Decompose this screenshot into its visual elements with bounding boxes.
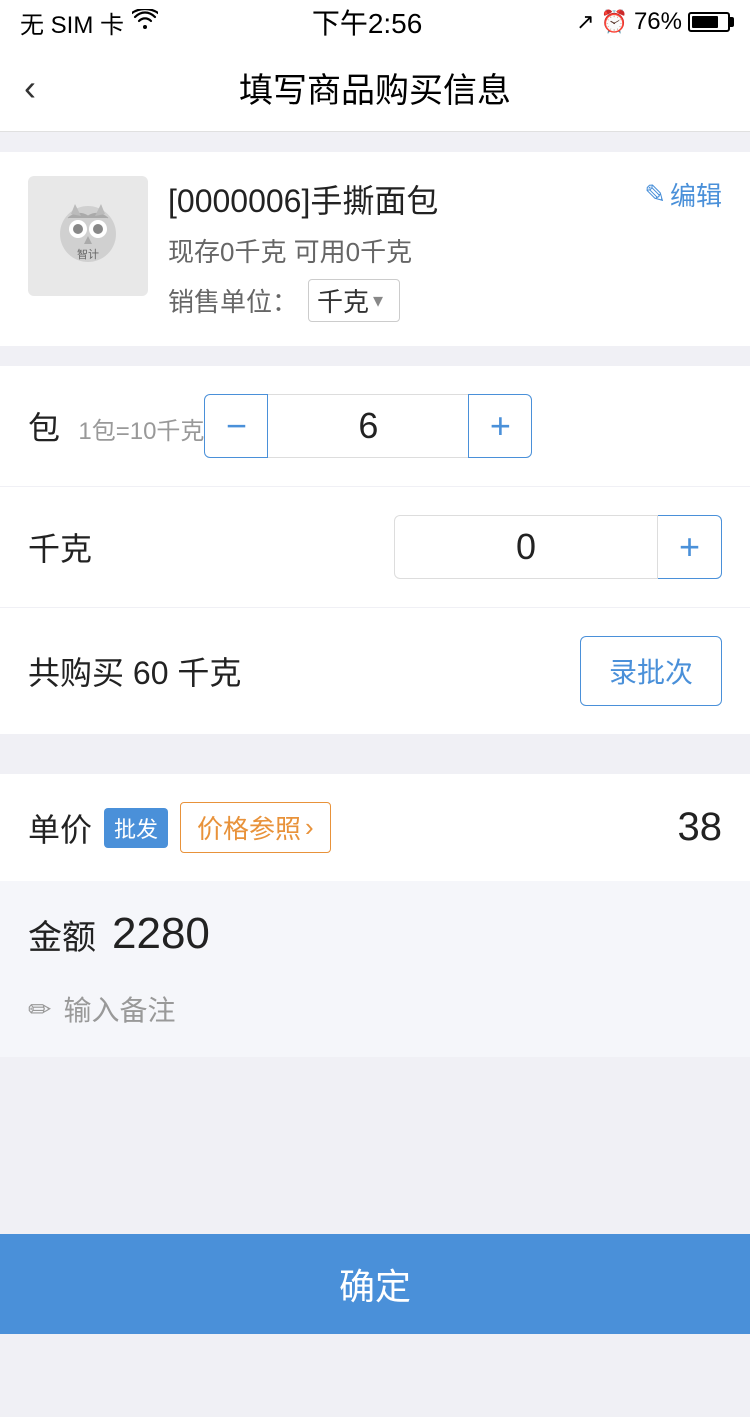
svg-text:智计: 智计 bbox=[77, 247, 99, 261]
product-name: [0000006]手撕面包 bbox=[168, 176, 722, 222]
product-image: 智计 bbox=[28, 176, 148, 296]
alarm-icon: ⏰ bbox=[601, 9, 628, 35]
pack-controls: − + bbox=[204, 394, 532, 458]
pack-label-group: 包 1包=10千克 bbox=[28, 403, 204, 449]
pack-input[interactable] bbox=[268, 394, 468, 458]
input-section: 包 1包=10千克 − + 千克 + bbox=[0, 366, 750, 608]
back-button[interactable]: ‹ bbox=[24, 67, 36, 109]
chevron-down-icon: ▾ bbox=[373, 288, 383, 313]
product-stock: 现存0千克 可用0千克 bbox=[168, 232, 722, 269]
product-info: [0000006]手撕面包 现存0千克 可用0千克 销售单位： 千克 ▾ bbox=[168, 176, 722, 322]
battery-icon bbox=[688, 12, 730, 32]
remark-placeholder: 输入备注 bbox=[63, 989, 175, 1029]
amount-section: 金额 2280 ✏ 输入备注 bbox=[0, 881, 750, 1057]
amount-label: 金额 bbox=[28, 910, 96, 959]
remark-row[interactable]: ✏ 输入备注 bbox=[28, 979, 722, 1057]
price-value: 38 bbox=[678, 805, 723, 850]
status-right: ↗ ⏰ 76% bbox=[576, 8, 730, 36]
summary-text: 共购买 60 千克 bbox=[28, 648, 241, 694]
product-logo: 智计 bbox=[53, 196, 123, 276]
status-bar: 无 SIM 卡 下午2:56 ↗ ⏰ 76% bbox=[0, 0, 750, 44]
kg-row: 千克 + bbox=[0, 487, 750, 608]
edit-icon: ✎ bbox=[644, 179, 666, 210]
unit-label: 销售单位： bbox=[168, 282, 298, 319]
status-time: 下午2:56 bbox=[312, 2, 423, 42]
amount-row: 金额 2280 bbox=[28, 909, 722, 959]
unit-value: 千克 bbox=[317, 282, 369, 319]
product-card: 智计 [0000006]手撕面包 现存0千克 可用0千克 销售单位： 千克 ▾ … bbox=[0, 152, 750, 346]
price-row: 单价 批发 价格参照 › 38 bbox=[28, 802, 722, 853]
pencil-icon: ✏ bbox=[28, 993, 51, 1026]
carrier-text: 无 SIM 卡 bbox=[20, 5, 124, 40]
product-unit: 销售单位： 千克 ▾ bbox=[168, 279, 722, 322]
pack-decrease-button[interactable]: − bbox=[204, 394, 268, 458]
edit-button[interactable]: ✎ 编辑 bbox=[644, 176, 722, 213]
summary-row: 共购买 60 千克 录批次 bbox=[0, 608, 750, 734]
status-carrier: 无 SIM 卡 bbox=[20, 5, 158, 40]
record-batch-button[interactable]: 录批次 bbox=[580, 636, 722, 706]
nav-bar: ‹ 填写商品购买信息 bbox=[0, 44, 750, 132]
battery-percent: 76% bbox=[634, 8, 682, 36]
price-left: 单价 批发 价格参照 › bbox=[28, 802, 331, 853]
kg-increase-button[interactable]: + bbox=[658, 515, 722, 579]
price-ref-button[interactable]: 价格参照 › bbox=[180, 802, 331, 853]
price-section: 单价 批发 价格参照 › 38 bbox=[0, 774, 750, 881]
price-tag: 批发 bbox=[104, 808, 168, 848]
pack-label: 包 bbox=[28, 410, 60, 446]
pack-row: 包 1包=10千克 − + bbox=[0, 366, 750, 487]
unit-select[interactable]: 千克 ▾ bbox=[308, 279, 400, 322]
pack-hint: 1包=10千克 bbox=[78, 418, 204, 445]
kg-label: 千克 bbox=[28, 524, 394, 570]
chevron-right-icon: › bbox=[305, 812, 314, 843]
section-divider-1 bbox=[0, 346, 750, 366]
pack-increase-button[interactable]: + bbox=[468, 394, 532, 458]
section-divider-2 bbox=[0, 734, 750, 754]
location-icon: ↗ bbox=[576, 9, 594, 35]
confirm-button[interactable]: 确定 bbox=[0, 1234, 750, 1334]
amount-value: 2280 bbox=[112, 909, 210, 959]
edit-label: 编辑 bbox=[670, 176, 722, 213]
price-ref-label: 价格参照 bbox=[197, 809, 301, 846]
wifi-icon bbox=[132, 8, 158, 36]
page-title: 填写商品购买信息 bbox=[239, 63, 511, 112]
price-label: 单价 bbox=[28, 805, 92, 851]
kg-input[interactable] bbox=[394, 515, 658, 579]
kg-controls: + bbox=[394, 515, 722, 579]
